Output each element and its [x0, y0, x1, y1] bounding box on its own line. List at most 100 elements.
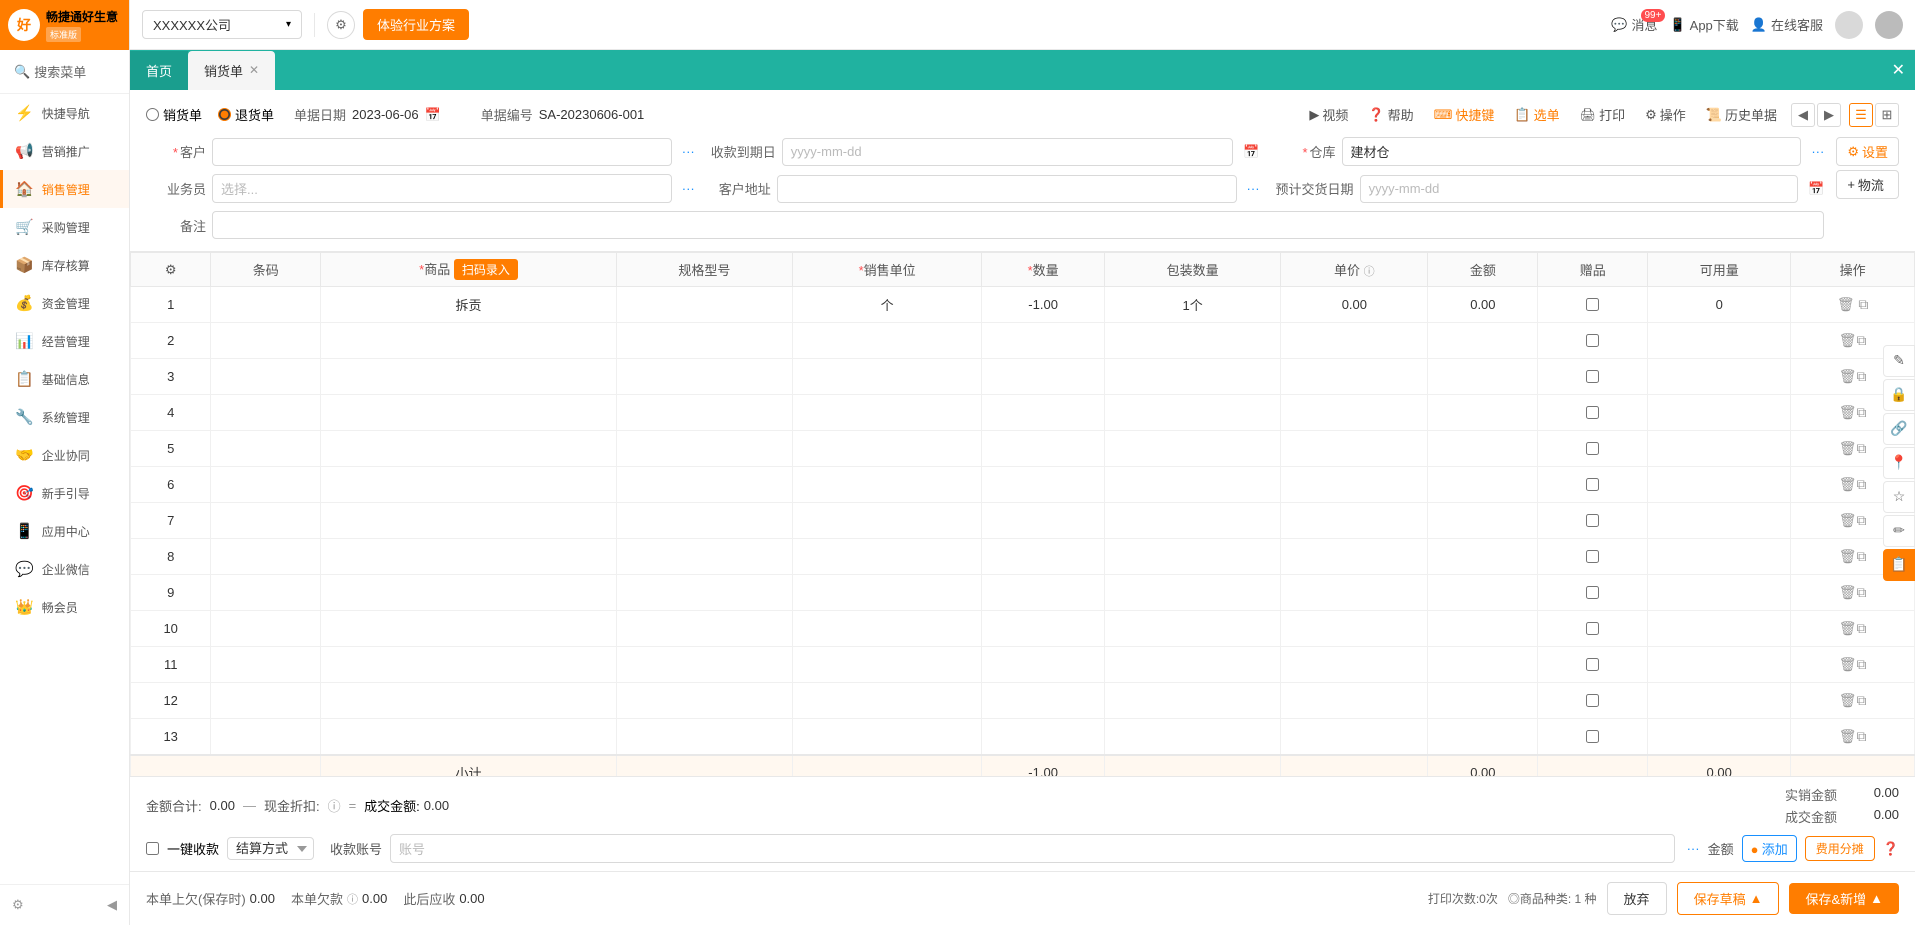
copy-row-icon[interactable]: ⧉	[1857, 692, 1867, 708]
fee-split-question-icon[interactable]: ❓	[1883, 841, 1899, 857]
return-order-radio[interactable]: 退货单	[218, 105, 274, 124]
logistics-button[interactable]: + 物流	[1836, 170, 1899, 199]
trial-button[interactable]: 体验行业方案	[363, 9, 469, 40]
col-settings[interactable]: ⚙	[131, 253, 211, 287]
shortage-question-icon[interactable]: ⓘ	[347, 891, 358, 907]
float-clipboard-btn[interactable]: 📋	[1883, 549, 1915, 581]
gift-checkbox[interactable]	[1586, 406, 1599, 419]
gift-checkbox[interactable]	[1586, 694, 1599, 707]
float-pencil-btn[interactable]: ✏	[1883, 515, 1915, 547]
tab-home[interactable]: 首页	[130, 51, 188, 90]
help-btn[interactable]: ❓ 帮助	[1362, 102, 1419, 127]
prev-btn[interactable]: ◀	[1791, 103, 1815, 127]
copy-row-icon[interactable]: ⧉	[1857, 620, 1867, 636]
sidebar-item-quick-nav[interactable]: ⚡ 快捷导航	[0, 94, 129, 132]
gift-checkbox[interactable]	[1586, 658, 1599, 671]
delete-row-icon[interactable]: 🗑	[1839, 584, 1857, 600]
gift-checkbox[interactable]	[1586, 442, 1599, 455]
delete-row-icon[interactable]: 🗑	[1839, 548, 1857, 564]
sidebar-settings-btn[interactable]: ⚙	[8, 893, 28, 917]
date-calendar-icon[interactable]: 📅	[425, 107, 441, 123]
float-star-btn[interactable]: ☆	[1883, 481, 1915, 513]
delete-row-icon[interactable]: 🗑	[1839, 512, 1857, 528]
sidebar-item-basic[interactable]: 📋 基础信息	[0, 360, 129, 398]
gift-checkbox[interactable]	[1586, 622, 1599, 635]
receive-date-calendar-icon[interactable]: 📅	[1243, 144, 1259, 160]
copy-row-icon[interactable]: ⧉	[1857, 584, 1867, 600]
save-new-button[interactable]: 保存&新增 ▲	[1789, 883, 1899, 914]
sidebar-item-finance[interactable]: 💰 资金管理	[0, 284, 129, 322]
scan-btn[interactable]: 扫码录入	[454, 259, 518, 280]
list-view-btn[interactable]: ☰	[1849, 103, 1873, 127]
user-avatar2[interactable]	[1875, 11, 1903, 39]
account-more-btn[interactable]: ···	[1687, 841, 1700, 856]
copy-row-icon[interactable]: ⧉	[1857, 368, 1867, 384]
sidebar-item-purchase[interactable]: 🛒 采购管理	[0, 208, 129, 246]
history-btn[interactable]: 📜 历史单据	[1700, 102, 1783, 127]
float-lock-btn[interactable]: 🔒	[1883, 379, 1915, 411]
gift-checkbox[interactable]	[1586, 298, 1599, 311]
delete-row-icon[interactable]: 🗑	[1839, 404, 1857, 420]
add-payment-btn[interactable]: ● 添加	[1742, 835, 1797, 862]
float-map-btn[interactable]: 📍	[1883, 447, 1915, 479]
gift-checkbox[interactable]	[1586, 514, 1599, 527]
delete-row-icon[interactable]: 🗑	[1839, 440, 1857, 456]
sales-order-radio[interactable]: 销货单	[146, 105, 202, 124]
copy-row-icon[interactable]: ⧉	[1857, 656, 1867, 672]
delete-row-icon[interactable]: 🗑	[1839, 656, 1857, 672]
copy-row-icon[interactable]: ⧉	[1857, 548, 1867, 564]
online-service-btn[interactable]: 👤 在线客服	[1751, 15, 1823, 34]
note-input[interactable]	[212, 211, 1824, 239]
copy-row-icon[interactable]: ⧉	[1857, 404, 1867, 420]
warehouse-input[interactable]: 建材仓	[1342, 137, 1802, 166]
address-more-btn[interactable]: ···	[1247, 181, 1260, 196]
gift-checkbox[interactable]	[1586, 334, 1599, 347]
app-download-btn[interactable]: 📱 App下载	[1669, 15, 1738, 34]
sidebar-item-enterprise[interactable]: 🤝 企业协同	[0, 436, 129, 474]
float-edit-btn[interactable]: ✎	[1883, 345, 1915, 377]
warehouse-more-btn[interactable]: ···	[1811, 144, 1824, 159]
save-draft-button[interactable]: 保存草稿 ▲	[1677, 882, 1780, 915]
delete-row-icon[interactable]: 🗑	[1839, 476, 1857, 492]
copy-row-icon[interactable]: ⧉	[1858, 296, 1868, 312]
sidebar-item-system[interactable]: 🔧 系统管理	[0, 398, 129, 436]
copy-row-icon[interactable]: ⧉	[1857, 512, 1867, 528]
close-window-icon[interactable]: ✕	[1892, 60, 1905, 80]
tab-sales-order[interactable]: 销货单 ✕	[188, 51, 275, 90]
account-input[interactable]: 账号	[390, 834, 1675, 863]
sidebar-item-operation[interactable]: 📊 经营管理	[0, 322, 129, 360]
delete-row-icon[interactable]: 🗑	[1839, 728, 1857, 744]
copy-row-icon[interactable]: ⧉	[1857, 476, 1867, 492]
print-btn[interactable]: 🖨 打印	[1574, 102, 1632, 127]
tab-close-icon[interactable]: ✕	[249, 63, 259, 77]
gift-checkbox[interactable]	[1586, 478, 1599, 491]
sidebar-item-appstore[interactable]: 📱 应用中心	[0, 512, 129, 550]
gift-checkbox[interactable]	[1586, 730, 1599, 743]
customer-more-btn[interactable]: ···	[682, 144, 695, 159]
copy-row-icon[interactable]: ⧉	[1857, 728, 1867, 744]
gift-checkbox[interactable]	[1586, 586, 1599, 599]
sidebar-item-newbie[interactable]: 🎯 新手引导	[0, 474, 129, 512]
select-order-btn[interactable]: 📋 选单	[1508, 102, 1565, 127]
salesperson-input[interactable]: 选择...	[212, 174, 672, 203]
video-btn[interactable]: ▶ 视频	[1303, 102, 1354, 127]
gift-checkbox[interactable]	[1586, 370, 1599, 383]
float-link-btn[interactable]: 🔗	[1883, 413, 1915, 445]
delete-row-icon[interactable]: 🗑	[1839, 332, 1857, 348]
sidebar-item-inventory[interactable]: 📦 库存核算	[0, 246, 129, 284]
user-avatar[interactable]	[1835, 11, 1863, 39]
fee-split-btn[interactable]: 费用分摊	[1805, 836, 1875, 861]
sidebar-item-member[interactable]: 👑 畅会员	[0, 588, 129, 626]
next-btn[interactable]: ▶	[1817, 103, 1841, 127]
delete-row-icon[interactable]: 🗑	[1837, 296, 1855, 312]
sidebar-collapse-btn[interactable]: ◀	[103, 893, 121, 917]
messages-btn[interactable]: 💬 消息 99+	[1611, 15, 1657, 34]
search-menu-btn[interactable]: 🔍 搜索菜单	[8, 58, 121, 85]
discard-button[interactable]: 放弃	[1607, 882, 1667, 915]
operation-btn[interactable]: ⚙ 操作	[1639, 102, 1692, 127]
copy-row-icon[interactable]: ⧉	[1857, 332, 1867, 348]
delete-row-icon[interactable]: 🗑	[1839, 692, 1857, 708]
salesperson-more-btn[interactable]: ···	[682, 181, 695, 196]
setting-button[interactable]: ⚙ 设置	[1836, 137, 1899, 166]
delivery-calendar-icon[interactable]: 📅	[1808, 181, 1824, 197]
